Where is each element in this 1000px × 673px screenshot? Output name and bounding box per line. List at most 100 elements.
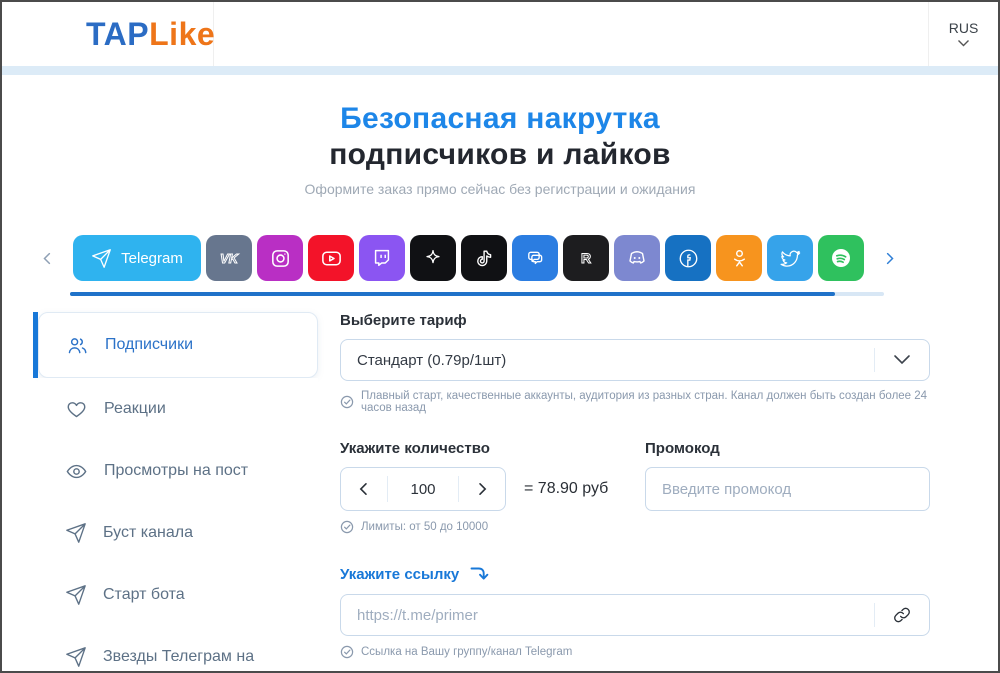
- price-total: = 78.90 руб: [524, 480, 609, 497]
- check-circle-icon: [340, 395, 354, 409]
- quantity-hint-text: Лимиты: от 50 до 10000: [361, 521, 489, 533]
- language-selector[interactable]: RUS: [928, 2, 998, 66]
- twitch-icon: [374, 249, 390, 267]
- sparkle-icon: [426, 249, 440, 264]
- instagram-icon: [271, 249, 289, 267]
- tariff-select[interactable]: Стандарт (0.79р/1шт): [340, 339, 930, 381]
- logo-area: TAPLike: [2, 2, 215, 66]
- order-form: Выберите тариф Стандарт (0.79р/1шт) Плав…: [340, 312, 998, 659]
- social-instagram-button[interactable]: [257, 235, 303, 281]
- telegram-plane-icon: [92, 248, 112, 268]
- chevron-right-icon: [479, 483, 487, 495]
- social-network-carousel: Telegram VK R: [36, 235, 980, 281]
- carousel-scrollbar[interactable]: [70, 292, 884, 296]
- link-label: Укажите ссылку: [340, 565, 460, 583]
- check-circle-icon: [340, 520, 354, 534]
- paper-plane-icon: [66, 523, 86, 543]
- svg-text:VK: VK: [220, 251, 240, 266]
- hero: Безопасная накрутка подписчиков и лайков…: [2, 101, 998, 197]
- social-twitch-button[interactable]: [359, 235, 405, 281]
- social-rutube-button[interactable]: R: [563, 235, 609, 281]
- tariff-hint-text: Плавный старт, качественные аккаунты, ау…: [361, 390, 928, 414]
- header: TAPLike RUS: [2, 2, 998, 66]
- social-facebook-button[interactable]: [665, 235, 711, 281]
- carousel-next-button[interactable]: [878, 247, 901, 270]
- logo[interactable]: TAPLike: [86, 16, 215, 53]
- check-circle-icon: [340, 645, 354, 659]
- facebook-icon: [679, 249, 697, 267]
- link-input-box: [340, 594, 930, 636]
- quantity-hint: Лимиты: от 50 до 10000: [340, 520, 645, 534]
- sidebar-item-subscribers[interactable]: Подписчики: [33, 312, 318, 378]
- social-spotify-button[interactable]: [818, 235, 864, 281]
- link-paste-button[interactable]: [875, 606, 929, 624]
- service-sidebar: Подписчики Реакции Просмотры на пост Бус…: [2, 312, 318, 671]
- language-label: RUS: [948, 20, 979, 36]
- sidebar-item-post-views[interactable]: Просмотры на пост: [38, 440, 318, 502]
- tariff-label: Выберите тариф: [340, 312, 467, 329]
- tiktok-icon: [477, 250, 492, 267]
- youtube-icon: [321, 251, 341, 265]
- sidebar-item-label: Реакции: [104, 400, 166, 417]
- eye-icon: [66, 464, 87, 478]
- promo-label: Промокод: [645, 440, 720, 457]
- social-tiktok-button[interactable]: [461, 235, 507, 281]
- quantity-stepper: [340, 467, 506, 511]
- vk-icon: VK: [219, 250, 240, 266]
- twitter-icon: [779, 250, 800, 267]
- page-title-line1: Безопасная накрутка: [340, 102, 660, 135]
- carousel-scrollbar-thumb[interactable]: [70, 292, 836, 296]
- sidebar-item-label: Звезды Телеграм на: [103, 648, 255, 665]
- heart-icon: [67, 401, 86, 417]
- rutube-icon: R: [580, 250, 591, 267]
- link-input[interactable]: [341, 606, 874, 624]
- social-youtube-button[interactable]: [308, 235, 354, 281]
- page-title-line2: подписчиков и лайков: [329, 138, 671, 171]
- social-chat-button[interactable]: [512, 235, 558, 281]
- social-telegram-label: Telegram: [121, 249, 183, 267]
- content: Подписчики Реакции Просмотры на пост Бус…: [2, 312, 998, 671]
- social-ok-button[interactable]: [716, 235, 762, 281]
- social-telegram-button[interactable]: Telegram: [73, 235, 201, 281]
- social-sparkle-button[interactable]: [410, 235, 456, 281]
- chevron-left-icon: [359, 483, 367, 495]
- quantity-section: Укажите количество 100 = 78.90 руб Лимит…: [340, 440, 645, 534]
- chat-bubbles-icon: [527, 251, 542, 264]
- chevron-down-icon[interactable]: [875, 354, 929, 366]
- chain-link-icon: [894, 607, 910, 623]
- sidebar-item-label: Просмотры на пост: [104, 462, 249, 479]
- social-vk-button[interactable]: VK: [206, 235, 252, 281]
- header-accent-strip: [2, 66, 998, 75]
- quantity-input[interactable]: [388, 468, 458, 510]
- quantity-label: Укажите количество: [340, 440, 490, 457]
- svg-text:R: R: [581, 250, 591, 266]
- tariff-selected-value: Стандарт (0.79р/1шт): [357, 351, 507, 369]
- people-icon: [68, 337, 87, 353]
- spotify-icon: [832, 249, 850, 267]
- header-spacer: [214, 2, 928, 66]
- sidebar-item-bot-start[interactable]: Старт бота: [38, 564, 318, 626]
- curved-arrow-down-icon: [470, 567, 489, 580]
- sidebar-item-reactions[interactable]: Реакции: [38, 378, 318, 440]
- page-subtitle: Оформите заказ прямо сейчас без регистра…: [304, 181, 696, 197]
- sidebar-item-channel-boost[interactable]: Буст канала: [38, 502, 318, 564]
- quantity-decrease-button[interactable]: [341, 468, 387, 510]
- promo-section: Промокод: [645, 440, 930, 534]
- social-twitter-button[interactable]: [767, 235, 813, 281]
- promo-input[interactable]: [645, 467, 930, 511]
- logo-part-tap: TAP: [86, 15, 150, 52]
- sidebar-item-label: Буст канала: [103, 524, 193, 541]
- chevron-right-icon: [886, 252, 894, 264]
- tariff-hint: Плавный старт, качественные аккаунты, ау…: [340, 390, 930, 414]
- discord-icon: [629, 251, 645, 264]
- paper-plane-icon: [66, 647, 86, 667]
- social-discord-button[interactable]: [614, 235, 660, 281]
- sidebar-item-label: Подписчики: [105, 336, 194, 353]
- carousel-prev-button[interactable]: [36, 247, 59, 270]
- logo-part-like: Like: [149, 15, 216, 52]
- quantity-increase-button[interactable]: [459, 468, 505, 510]
- sidebar-item-telegram-stars[interactable]: Звезды Телеграм на: [38, 626, 318, 671]
- ok-icon: [733, 249, 745, 267]
- link-label-row[interactable]: Укажите ссылку: [340, 564, 930, 584]
- chevron-left-icon: [43, 252, 51, 264]
